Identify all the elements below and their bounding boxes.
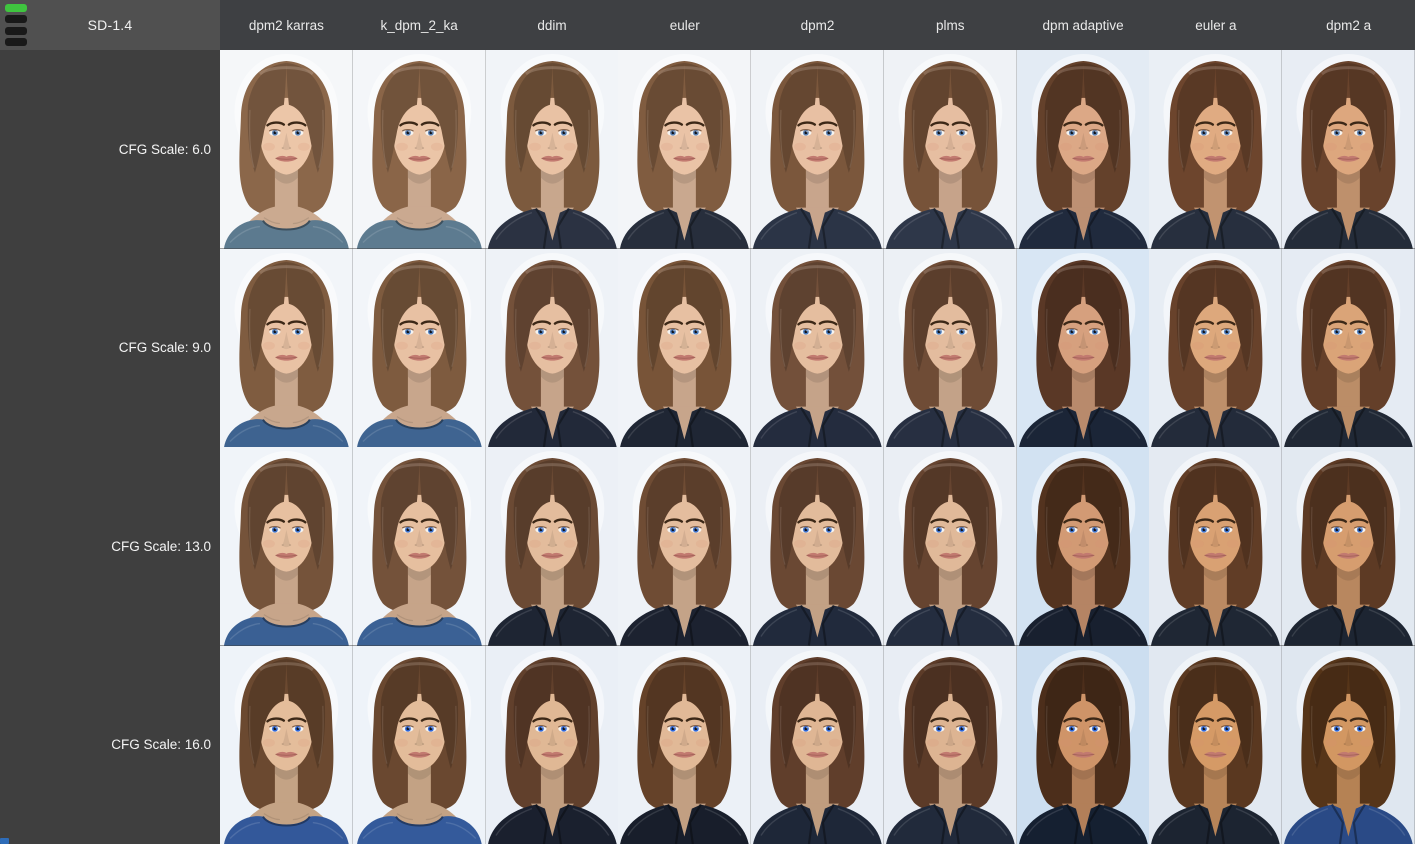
grid-image-r1-c3	[618, 248, 752, 447]
sampler-header-dpm2-a: dpm2 a	[1326, 17, 1372, 33]
menu-bar	[5, 15, 27, 24]
grid-image-r0-c6	[1016, 50, 1150, 249]
grid-image-r3-c3	[618, 645, 752, 844]
grid-image-r2-c2	[485, 447, 619, 646]
cfg-scale-sidebar: CFG Scale: 6.0 CFG Scale: 9.0 CFG Scale: 1…	[0, 50, 220, 844]
grid-image-r2-c5	[883, 447, 1017, 646]
grid-image-r1-c7	[1149, 248, 1283, 447]
grid-image-r3-c8	[1282, 645, 1415, 844]
grid-image-r3-c7	[1149, 645, 1283, 844]
sampler-header-euler-a: euler a	[1195, 17, 1237, 33]
grid-image-r1-c2	[485, 248, 619, 447]
grid-image-r0-c8	[1282, 50, 1415, 249]
sampler-header-dpm2: dpm2	[800, 17, 835, 33]
menu-bar	[5, 26, 27, 35]
partial-image-sliver	[0, 838, 9, 844]
grid-image-r3-c6	[1016, 645, 1150, 844]
sampler-cfg-comparison-app: SD-1.4 dpm2 karras k_dpm_2_ka ddim euler dpm…	[0, 0, 1415, 844]
row-label-cfg-2: CFG Scale: 13.0	[111, 538, 211, 554]
grid-image-r2-c7	[1149, 447, 1283, 646]
row-label-cfg-1: CFG Scale: 9.0	[118, 340, 211, 356]
grid-image-r2-c6	[1016, 447, 1150, 646]
grid-image-r0-c5	[883, 50, 1017, 249]
grid-image-r1-c6	[1016, 248, 1150, 447]
grid-image-r0-c7	[1149, 50, 1283, 249]
grid-image-r0-c0	[220, 50, 353, 249]
menu-bar-active	[5, 4, 27, 12]
sampler-header-dpm-adaptive: dpm adaptive	[1042, 17, 1124, 33]
row-label-cfg-0: CFG Scale: 6.0	[118, 141, 211, 157]
sampler-header-plms: plms	[936, 17, 965, 33]
sampler-header-euler: euler	[669, 17, 700, 33]
grid-image-r3-c5	[883, 645, 1017, 844]
topbar: SD-1.4 dpm2 karras k_dpm_2_ka ddim euler dpm…	[0, 0, 1415, 50]
grid-image-r1-c0	[220, 248, 353, 447]
sampler-header-ddim: ddim	[537, 17, 567, 33]
grid-image-r2-c8	[1282, 447, 1415, 646]
grid-image-r3-c0	[220, 645, 353, 844]
grid-image-r1-c4	[751, 248, 884, 447]
row-label-cfg-3: CFG Scale: 16.0	[111, 737, 211, 753]
grid-image-r1-c1	[352, 248, 486, 447]
image-grid	[220, 50, 1415, 844]
menu-icon[interactable]	[5, 4, 29, 46]
grid-image-r3-c1	[352, 645, 486, 844]
grid-image-r0-c4	[751, 50, 884, 249]
grid-image-r0-c1	[352, 50, 486, 249]
sampler-header-row: dpm2 karras k_dpm_2_ka ddim euler dpm2 plms dp…	[220, 0, 1415, 50]
grid-image-r0-c2	[485, 50, 619, 249]
grid-image-r2-c3	[618, 447, 752, 646]
menu-bar	[5, 37, 27, 46]
grid-image-r1-c8	[1282, 248, 1415, 447]
grid-image-r1-c5	[883, 248, 1017, 447]
grid-image-r3-c4	[751, 645, 884, 844]
grid-image-r2-c4	[751, 447, 884, 646]
grid-image-r3-c2	[485, 645, 619, 844]
grid-image-r2-c1	[352, 447, 486, 646]
grid-image-r0-c3	[618, 50, 752, 249]
sampler-header-dpm2-karras: dpm2 karras	[248, 17, 324, 33]
grid-image-r2-c0	[220, 447, 353, 646]
sampler-header-k-dpm-2-ka: k_dpm_2_ka	[380, 17, 458, 33]
model-tab-sd-1-4[interactable]: SD-1.4	[0, 0, 220, 50]
model-label: SD-1.4	[87, 17, 133, 33]
